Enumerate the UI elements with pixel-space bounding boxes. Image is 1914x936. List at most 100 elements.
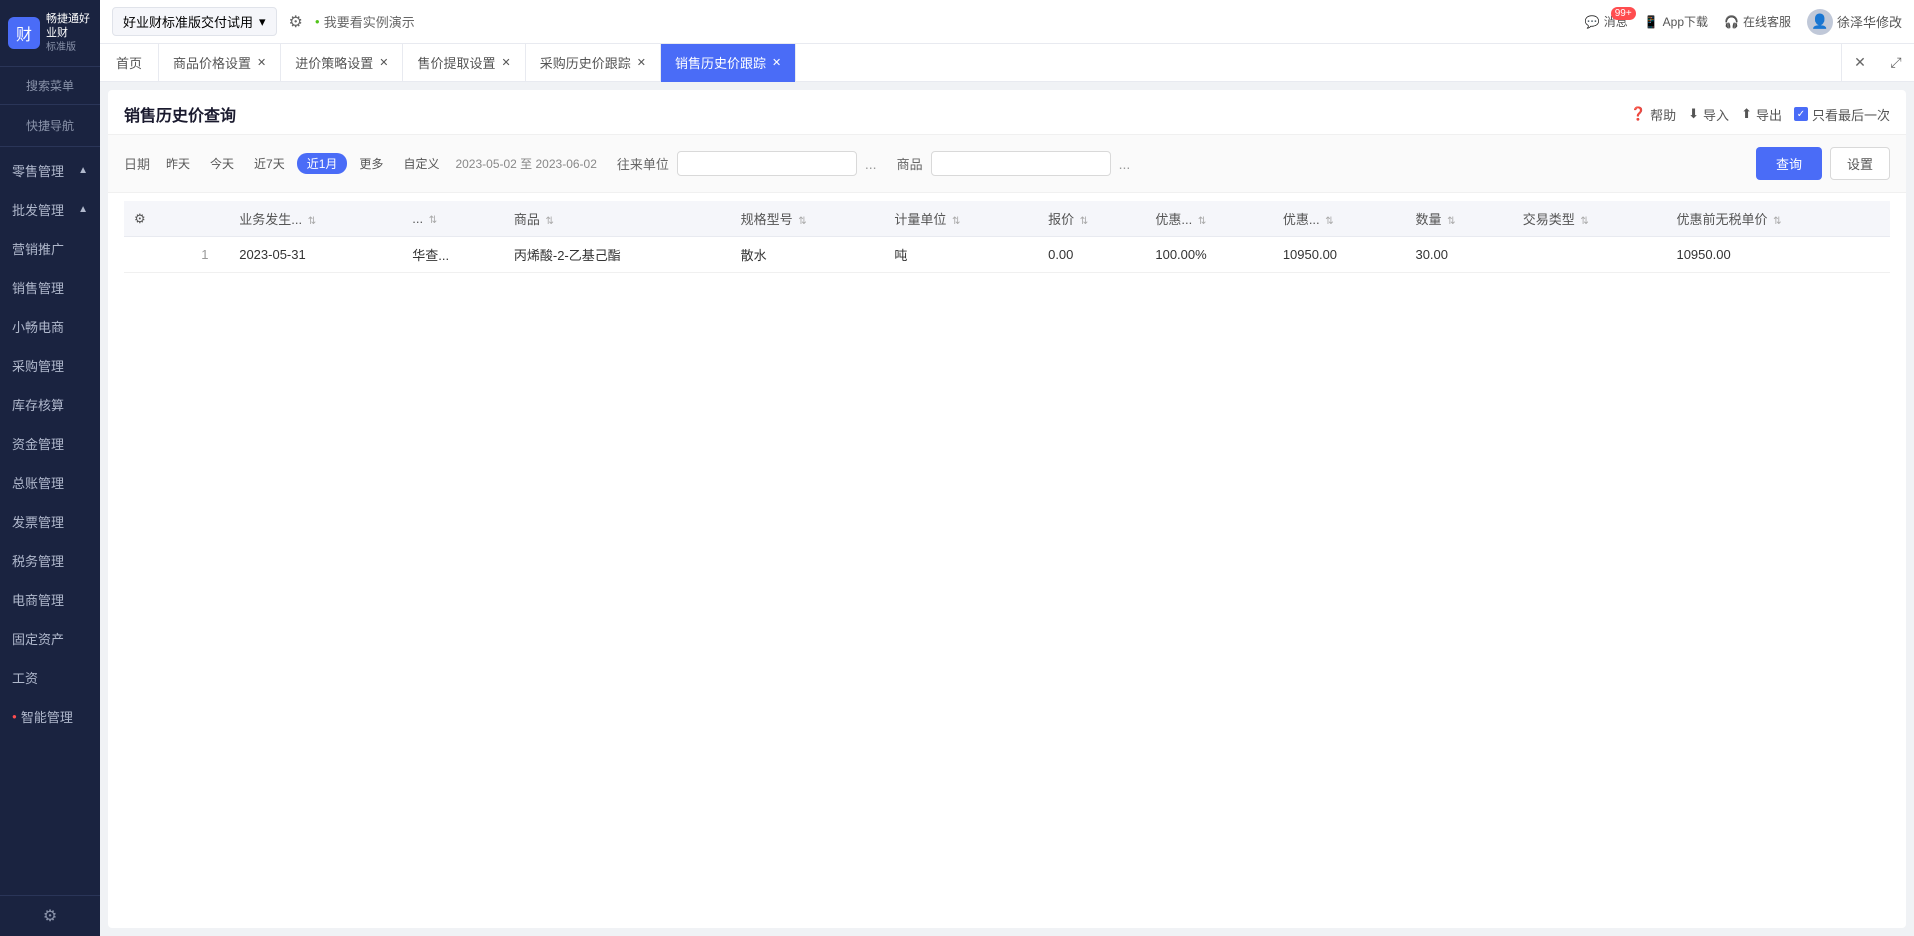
close-icon[interactable]: ✕ xyxy=(637,56,646,69)
tab-purchase-history[interactable]: 采购历史价跟踪 ✕ xyxy=(526,44,661,82)
settings-icon[interactable]: ⚙ xyxy=(43,908,57,925)
tab-sales-history[interactable]: 销售历史价跟踪 ✕ xyxy=(661,44,796,82)
cell-discount1: 100.00% xyxy=(1145,237,1272,273)
sidebar-item-ecommerce-small[interactable]: 小畅电商 xyxy=(0,307,100,346)
sidebar-quick-nav-link[interactable]: 快捷导航 xyxy=(0,111,100,140)
col-spec[interactable]: 规格型号 ⇅ xyxy=(731,201,885,237)
module-select[interactable]: 好业财标准版交付试用 ▾ xyxy=(112,7,277,36)
sidebar-item-sales[interactable]: 销售管理 xyxy=(0,268,100,307)
close-window-button[interactable]: ✕ xyxy=(1842,44,1878,82)
col-discount1[interactable]: 优惠... ⇅ xyxy=(1145,201,1272,237)
sort-icon: ⇅ xyxy=(429,215,437,226)
sidebar-item-retail[interactable]: 零售管理 ▲ xyxy=(0,151,100,190)
sidebar-logo: 财 畅捷通好业财 标准版 xyxy=(0,0,100,67)
filter-actions: 查询 设置 xyxy=(1756,147,1890,180)
sort-icon: ⇅ xyxy=(798,216,806,227)
sort-icon: ⇅ xyxy=(1773,216,1781,227)
sort-icon: ⇅ xyxy=(1325,216,1333,227)
date-btn-yesterday[interactable]: 昨天 xyxy=(158,153,198,174)
cell-gear xyxy=(124,237,181,273)
sidebar: 财 畅捷通好业财 标准版 搜索菜单 快捷导航 零售管理 ▲ 批发管理 ▲ 营销推… xyxy=(0,0,100,936)
settings-button[interactable]: 设置 xyxy=(1830,147,1890,180)
import-button[interactable]: ⬇ 导入 xyxy=(1688,105,1729,124)
col-gear[interactable]: ⚙ xyxy=(124,201,181,237)
sort-icon: ⇅ xyxy=(546,216,554,227)
col-tx-type[interactable]: 交易类型 ⇅ xyxy=(1513,201,1667,237)
close-icon[interactable]: ✕ xyxy=(502,56,511,69)
cell-unit: 吨 xyxy=(884,237,1038,273)
help-icon: ❓ xyxy=(1630,106,1646,122)
date-filter-group: 日期 昨天 今天 近7天 近1月 更多 自定义 2023-05-02 至 202… xyxy=(124,153,597,174)
headset-icon: 🎧 xyxy=(1724,15,1739,29)
download-icon: 📱 xyxy=(1644,15,1659,29)
online-service-button[interactable]: 🎧 在线客服 xyxy=(1724,13,1791,30)
col-qty[interactable]: 数量 ⇅ xyxy=(1405,201,1512,237)
product-filter-input[interactable] xyxy=(931,151,1111,176)
sidebar-item-assets[interactable]: 固定资产 xyxy=(0,619,100,658)
sidebar-bottom: ⚙ xyxy=(0,895,100,936)
col-unit[interactable]: 计量单位 ⇅ xyxy=(884,201,1038,237)
export-icon: ⬆ xyxy=(1741,106,1752,122)
cell-price: 0.00 xyxy=(1038,237,1145,273)
demo-link[interactable]: 我要看实例演示 xyxy=(315,12,415,31)
sidebar-search[interactable]: 搜索菜单 xyxy=(0,67,100,105)
col-biz-date[interactable]: 业务发生... ⇅ xyxy=(229,201,402,237)
close-icon[interactable]: ✕ xyxy=(257,56,266,69)
source-unit-dots[interactable]: ... xyxy=(865,156,877,172)
col-price[interactable]: 报价 ⇅ xyxy=(1038,201,1145,237)
date-btn-more[interactable]: 更多 xyxy=(351,153,391,174)
sidebar-quick-nav[interactable]: 快捷导航 xyxy=(0,105,100,147)
sidebar-item-smart[interactable]: 智能管理 xyxy=(0,697,100,736)
cell-product: 丙烯酸-2-乙基己酯 xyxy=(504,237,731,273)
product-filter-label: 商品 xyxy=(897,154,923,173)
cell-pretax-price: 10950.00 xyxy=(1666,237,1890,273)
source-unit-input[interactable] xyxy=(677,151,857,176)
topbar-right: 💬 消息 99+ 📱 App下载 🎧 在线客服 👤 徐泽华修改 xyxy=(1585,9,1902,35)
tab-price-extract[interactable]: 售价提取设置 ✕ xyxy=(403,44,525,82)
sidebar-item-invoice[interactable]: 发票管理 xyxy=(0,502,100,541)
sidebar-item-salary[interactable]: 工资 xyxy=(0,658,100,697)
close-icon[interactable]: ✕ xyxy=(772,56,781,69)
sort-icon: ⇅ xyxy=(308,216,316,227)
sidebar-item-finance[interactable]: 资金管理 xyxy=(0,424,100,463)
sidebar-item-ledger[interactable]: 总账管理 xyxy=(0,463,100,502)
sort-icon: ⇅ xyxy=(952,216,960,227)
date-btn-custom[interactable]: 自定义 xyxy=(395,153,447,174)
col-discount2[interactable]: 优惠... ⇅ xyxy=(1273,201,1406,237)
col-dots[interactable]: ... ⇅ xyxy=(402,201,504,237)
query-button[interactable]: 查询 xyxy=(1756,147,1822,180)
sort-icon: ⇅ xyxy=(1080,216,1088,227)
sidebar-item-purchase[interactable]: 采购管理 xyxy=(0,346,100,385)
cell-biz-date: 2023-05-31 xyxy=(229,237,402,273)
cell-spec: 散水 xyxy=(731,237,885,273)
col-pretax-price[interactable]: 优惠前无税单价 ⇅ xyxy=(1666,201,1890,237)
date-btn-last1m[interactable]: 近1月 xyxy=(297,153,348,174)
date-filter-label: 日期 xyxy=(124,154,150,173)
source-unit-filter: 往来单位 ... xyxy=(617,151,877,176)
topbar-settings-button[interactable]: ⚙ xyxy=(289,12,303,32)
table-header-row: ⚙ 业务发生... ⇅ ... ⇅ 商品 ⇅ xyxy=(124,201,1890,237)
module-select-label: 好业财标准版交付试用 xyxy=(123,12,253,31)
sidebar-item-wholesale[interactable]: 批发管理 ▲ xyxy=(0,190,100,229)
help-button[interactable]: ❓ 帮助 xyxy=(1630,105,1676,124)
tab-home[interactable]: 首页 xyxy=(100,44,159,82)
close-icon[interactable]: ✕ xyxy=(379,56,388,69)
tab-product-price[interactable]: 商品价格设置 ✕ xyxy=(159,44,281,82)
export-button[interactable]: ⬆ 导出 xyxy=(1741,105,1782,124)
sidebar-item-tax[interactable]: 税务管理 xyxy=(0,541,100,580)
messages-button[interactable]: 💬 消息 99+ xyxy=(1585,13,1628,30)
user-menu[interactable]: 👤 徐泽华修改 xyxy=(1807,9,1902,35)
sidebar-item-ecommerce[interactable]: 电商管理 xyxy=(0,580,100,619)
date-btn-last7[interactable]: 近7天 xyxy=(246,153,293,174)
product-dots[interactable]: ... xyxy=(1119,156,1131,172)
app-logo-icon: 财 xyxy=(8,17,40,49)
product-filter: 商品 ... xyxy=(897,151,1131,176)
app-download-button[interactable]: 📱 App下载 xyxy=(1644,13,1708,30)
last-only-checkbox-label[interactable]: ✓ 只看最后一次 xyxy=(1794,105,1890,124)
sidebar-item-marketing[interactable]: 营销推广 xyxy=(0,229,100,268)
maximize-window-button[interactable]: ⤢ xyxy=(1878,44,1914,82)
tab-purchase-strategy[interactable]: 进价策略设置 ✕ xyxy=(281,44,403,82)
col-product[interactable]: 商品 ⇅ xyxy=(504,201,731,237)
date-btn-today[interactable]: 今天 xyxy=(202,153,242,174)
sidebar-item-inventory[interactable]: 库存核算 xyxy=(0,385,100,424)
